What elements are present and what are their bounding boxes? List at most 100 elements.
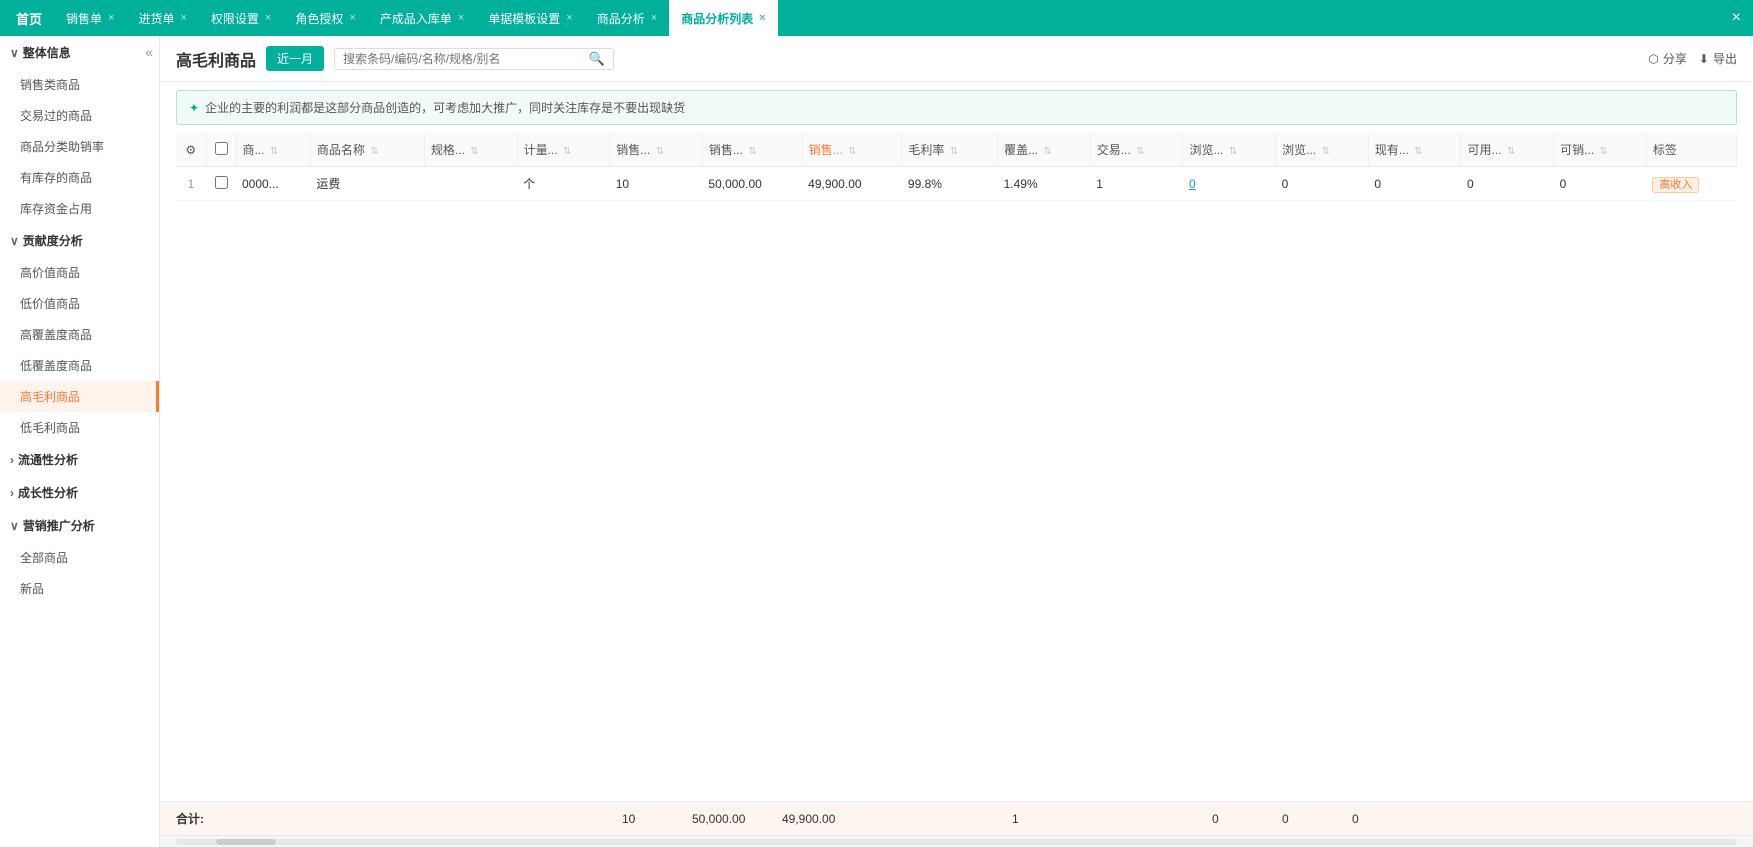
sort-unit-icon: ⇅ <box>563 146 571 157</box>
sidebar-group-overall[interactable]: ∨ 整体信息 <box>0 36 159 69</box>
export-button[interactable]: ⬇ 导出 <box>1699 50 1737 67</box>
close-analysis-list-icon[interactable]: × <box>759 12 765 24</box>
sidebar-item-high-coverage[interactable]: 高覆盖度商品 <box>0 319 159 350</box>
sort-sales-qty-icon: ⇅ <box>656 146 664 157</box>
footer-coverage <box>936 812 1006 826</box>
search-icon[interactable]: 🔍 <box>589 51 605 67</box>
sidebar-item-low-margin[interactable]: 低毛利商品 <box>0 412 159 443</box>
table-header-row: ⚙ 商... ⇅ 商品名称 ⇅ <box>176 133 1737 167</box>
sort-coverage-icon: ⇅ <box>1043 146 1051 157</box>
col-trade-count[interactable]: 交易... ⇅ <box>1090 133 1183 167</box>
sidebar-group-liquidity[interactable]: › 流通性分析 <box>0 443 159 476</box>
row-code: 0000... <box>236 167 310 201</box>
footer-browse2 <box>1136 812 1206 826</box>
nav-analysis[interactable]: 商品分析 × <box>585 0 669 36</box>
row-sales-qty: 10 <box>610 167 703 201</box>
window-close-button[interactable]: × <box>1732 9 1749 27</box>
nav-home[interactable]: 首页 <box>4 0 54 36</box>
row-browse1[interactable]: 0 <box>1183 167 1276 201</box>
nav-purchase[interactable]: 进货单 × <box>126 0 198 36</box>
nav-role[interactable]: 角色授权 × <box>283 0 367 36</box>
nav-template[interactable]: 单据模板设置 × <box>476 0 584 36</box>
nav-permission[interactable]: 权限设置 × <box>199 0 283 36</box>
col-tag[interactable]: 标签 <box>1646 133 1736 167</box>
col-browse2[interactable]: 浏览... ⇅ <box>1276 133 1369 167</box>
footer-margin-rate <box>866 812 936 826</box>
col-current-stock[interactable]: 现有... ⇅ <box>1368 133 1461 167</box>
filter-month-button[interactable]: 近一月 <box>266 46 324 71</box>
footer-trade-count: 1 <box>1006 812 1066 826</box>
col-name[interactable]: 商品名称 ⇅ <box>310 133 424 167</box>
scrollbar-thumb[interactable] <box>216 839 276 845</box>
sidebar-group-growth[interactable]: › 成长性分析 <box>0 476 159 509</box>
close-permission-icon[interactable]: × <box>265 12 271 24</box>
col-sales-cost[interactable]: 销售... ⇅ <box>802 133 902 167</box>
share-button[interactable]: ⬡ 分享 <box>1648 50 1687 67</box>
close-analysis-icon[interactable]: × <box>651 12 657 24</box>
col-margin-rate[interactable]: 毛利率 ⇅ <box>902 133 998 167</box>
bottom-scrollbar <box>160 835 1753 847</box>
sort-trade-count-icon: ⇅ <box>1136 146 1144 157</box>
sidebar-item-all-goods[interactable]: 全部商品 <box>0 542 159 573</box>
footer-sales-qty: 10 <box>616 812 686 826</box>
row-current-stock: 0 <box>1368 167 1461 201</box>
sidebar-collapse-button[interactable]: « <box>145 44 153 60</box>
col-available-stock[interactable]: 可用... ⇅ <box>1461 133 1554 167</box>
sidebar-item-high-value[interactable]: 高价值商品 <box>0 257 159 288</box>
export-icon: ⬇ <box>1699 52 1709 66</box>
footer-totals: 合计: 10 50,000.00 49,900.00 1 0 0 0 <box>160 801 1753 835</box>
row-saleable-stock: 0 <box>1554 167 1647 201</box>
arrow-overall-icon: ∨ <box>10 46 19 60</box>
row-checkbox[interactable] <box>215 176 228 189</box>
sidebar-group-contribution[interactable]: ∨ 贡献度分析 <box>0 224 159 257</box>
sort-sales-cost-icon: ⇅ <box>848 146 856 157</box>
nav-finished[interactable]: 产成品入库单 × <box>368 0 476 36</box>
sort-code-icon: ⇅ <box>270 146 278 157</box>
col-browse1[interactable]: 浏览... ⇅ <box>1183 133 1276 167</box>
sidebar-item-category-rate[interactable]: 商品分类助销率 <box>0 131 159 162</box>
nav-analysis-list[interactable]: 商品分析列表 × <box>669 0 777 36</box>
col-unit[interactable]: 计量... ⇅ <box>517 133 610 167</box>
sidebar-item-traded-goods[interactable]: 交易过的商品 <box>0 100 159 131</box>
close-purchase-icon[interactable]: × <box>180 12 186 24</box>
arrow-growth-icon: › <box>10 486 14 500</box>
arrow-liquidity-icon: › <box>10 453 14 467</box>
footer-spacer3 <box>366 812 486 826</box>
table-container: ⚙ 商... ⇅ 商品名称 ⇅ <box>160 133 1753 801</box>
select-all-checkbox[interactable] <box>215 142 228 155</box>
close-finished-icon[interactable]: × <box>458 12 464 24</box>
sidebar-group-marketing[interactable]: ∨ 营销推广分析 <box>0 509 159 542</box>
footer-saleable-stock: 0 <box>1346 812 1416 826</box>
sidebar-item-stock-fund[interactable]: 库存资金占用 <box>0 193 159 224</box>
sidebar-item-sales-goods[interactable]: 销售类商品 <box>0 69 159 100</box>
row-checkbox-cell <box>206 167 236 201</box>
nav-sales[interactable]: 销售单 × <box>54 0 126 36</box>
col-code[interactable]: 商... ⇅ <box>236 133 310 167</box>
content-header: 高毛利商品 近一月 🔍 ⬡ 分享 ⬇ 导出 <box>160 36 1753 82</box>
close-sales-icon[interactable]: × <box>108 12 114 24</box>
col-coverage[interactable]: 覆盖... ⇅ <box>998 133 1091 167</box>
row-margin-rate: 99.8% <box>902 167 998 201</box>
sidebar-item-low-value[interactable]: 低价值商品 <box>0 288 159 319</box>
col-sales-amount[interactable]: 销售... ⇅ <box>702 133 802 167</box>
sidebar-item-new-goods[interactable]: 新品 <box>0 573 159 604</box>
col-spec[interactable]: 规格... ⇅ <box>424 133 517 167</box>
sort-available-stock-icon: ⇅ <box>1507 146 1515 157</box>
col-checkbox <box>206 133 236 167</box>
col-sales-qty[interactable]: 销售... ⇅ <box>610 133 703 167</box>
col-settings[interactable]: ⚙ <box>176 133 206 167</box>
info-icon: ✦ <box>189 101 199 115</box>
sidebar-item-low-coverage[interactable]: 低覆盖度商品 <box>0 350 159 381</box>
footer-sales-cost: 49,900.00 <box>776 812 866 826</box>
footer-available-stock: 0 <box>1276 812 1346 826</box>
search-input[interactable] <box>343 52 589 66</box>
col-saleable-stock[interactable]: 可销... ⇅ <box>1554 133 1647 167</box>
table-row: 1 0000... 运费 个 10 50,000.00 49,900.00 99… <box>176 167 1737 201</box>
footer-cells: 10 50,000.00 49,900.00 1 0 0 0 <box>256 812 1737 826</box>
footer-current-stock: 0 <box>1206 812 1276 826</box>
row-unit: 个 <box>517 167 610 201</box>
sidebar-item-in-stock[interactable]: 有库存的商品 <box>0 162 159 193</box>
close-role-icon[interactable]: × <box>349 12 355 24</box>
close-template-icon[interactable]: × <box>566 12 572 24</box>
sidebar-item-high-margin[interactable]: 高毛利商品 <box>0 381 159 412</box>
